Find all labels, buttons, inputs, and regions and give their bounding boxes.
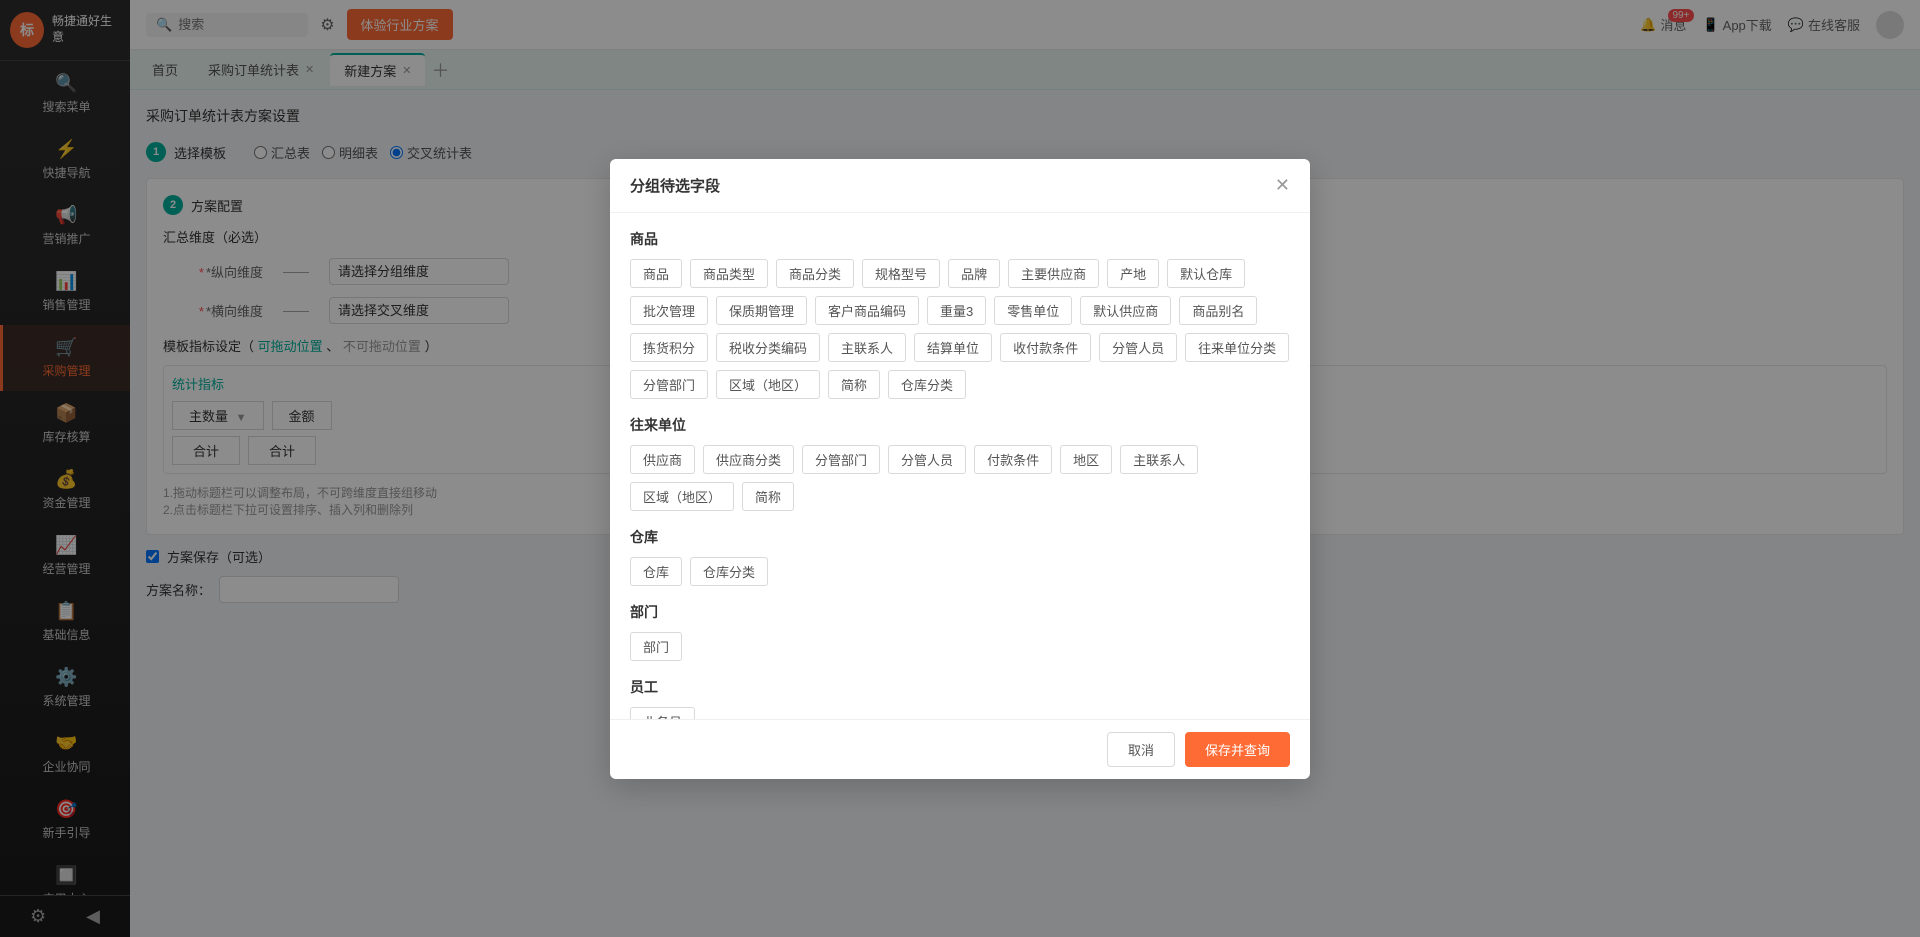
field-group-title: 往来单位 (630, 415, 1290, 435)
field-group-往来单位: 往来单位供应商供应商分类分管部门分管人员付款条件地区主联系人区域（地区） 简称 (630, 415, 1290, 511)
modal-save-button[interactable]: 保存并查询 (1185, 732, 1290, 767)
field-tag[interactable]: 客户商品编码 (815, 296, 919, 325)
field-tag[interactable]: 结算单位 (914, 333, 992, 362)
field-tag[interactable]: 往来单位分类 (1185, 333, 1289, 362)
field-tag[interactable]: 区域（地区） (716, 370, 820, 399)
field-tag[interactable]: 仓库 (630, 557, 682, 586)
field-tag[interactable]: 商品类型 (690, 259, 768, 288)
modal-close-button[interactable]: ✕ (1275, 176, 1290, 194)
field-tag[interactable]: 分管人员 (1099, 333, 1177, 362)
field-group-部门: 部门部门 (630, 602, 1290, 661)
modal-body: 商品商品商品类型商品分类规格型号品牌主要供应商产地默认仓库批次管理保质期管理客户… (610, 213, 1310, 719)
field-tag[interactable]: 拣货积分 (630, 333, 708, 362)
field-tag[interactable]: 简称 (742, 482, 794, 511)
field-tag[interactable]: 主要供应商 (1008, 259, 1099, 288)
field-group-title: 仓库 (630, 527, 1290, 547)
field-group-商品: 商品商品商品类型商品分类规格型号品牌主要供应商产地默认仓库批次管理保质期管理客户… (630, 229, 1290, 399)
field-tag[interactable]: 供应商 (630, 445, 695, 474)
field-tag[interactable]: 收付款条件 (1000, 333, 1091, 362)
field-tag[interactable]: 简称 (828, 370, 880, 399)
field-tag[interactable]: 产地 (1107, 259, 1159, 288)
field-tag[interactable]: 分管部门 (802, 445, 880, 474)
field-tag[interactable]: 仓库分类 (888, 370, 966, 399)
field-tags: 部门 (630, 632, 1290, 661)
field-tag[interactable]: 商品 (630, 259, 682, 288)
field-tag[interactable]: 默认供应商 (1080, 296, 1171, 325)
field-group-title: 员工 (630, 677, 1290, 697)
field-tag[interactable]: 重量3 (927, 296, 986, 325)
field-tag[interactable]: 区域（地区） (630, 482, 734, 511)
field-tag[interactable]: 默认仓库 (1167, 259, 1245, 288)
field-group-仓库: 仓库仓库仓库分类 (630, 527, 1290, 586)
field-tag[interactable]: 主联系人 (828, 333, 906, 362)
modal-cancel-button[interactable]: 取消 (1107, 732, 1175, 767)
field-tag[interactable]: 部门 (630, 632, 682, 661)
field-tag[interactable]: 供应商分类 (703, 445, 794, 474)
field-tag[interactable]: 仓库分类 (690, 557, 768, 586)
field-group-员工: 员工业务员 (630, 677, 1290, 719)
field-tag[interactable]: 税收分类编码 (716, 333, 820, 362)
field-tag[interactable]: 品牌 (948, 259, 1000, 288)
field-tag[interactable]: 业务员 (630, 707, 695, 719)
field-tags: 供应商供应商分类分管部门分管人员付款条件地区主联系人区域（地区） 简称 (630, 445, 1290, 511)
field-tag[interactable]: 零售单位 (994, 296, 1072, 325)
field-group-title: 商品 (630, 229, 1290, 249)
field-tag[interactable]: 分管部门 (630, 370, 708, 399)
modal-header: 分组待选字段 ✕ (610, 159, 1310, 213)
field-tag[interactable]: 商品别名 (1179, 296, 1257, 325)
field-tag[interactable]: 商品分类 (776, 259, 854, 288)
field-tag[interactable]: 分管人员 (888, 445, 966, 474)
field-tags: 仓库仓库分类 (630, 557, 1290, 586)
modal: 分组待选字段 ✕ 商品商品商品类型商品分类规格型号品牌主要供应商产地默认仓库批次… (610, 159, 1310, 779)
field-tag[interactable]: 付款条件 (974, 445, 1052, 474)
field-tags: 商品商品类型商品分类规格型号品牌主要供应商产地默认仓库批次管理保质期管理客户商品… (630, 259, 1290, 399)
field-tag[interactable]: 地区 (1060, 445, 1112, 474)
field-tag[interactable]: 保质期管理 (716, 296, 807, 325)
field-tag[interactable]: 规格型号 (862, 259, 940, 288)
field-tags: 业务员 (630, 707, 1290, 719)
field-tag[interactable]: 主联系人 (1120, 445, 1198, 474)
modal-title: 分组待选字段 (630, 175, 720, 196)
modal-footer: 取消 保存并查询 (610, 719, 1310, 779)
field-tag[interactable]: 批次管理 (630, 296, 708, 325)
modal-overlay: 分组待选字段 ✕ 商品商品商品类型商品分类规格型号品牌主要供应商产地默认仓库批次… (0, 0, 1920, 937)
field-group-title: 部门 (630, 602, 1290, 622)
